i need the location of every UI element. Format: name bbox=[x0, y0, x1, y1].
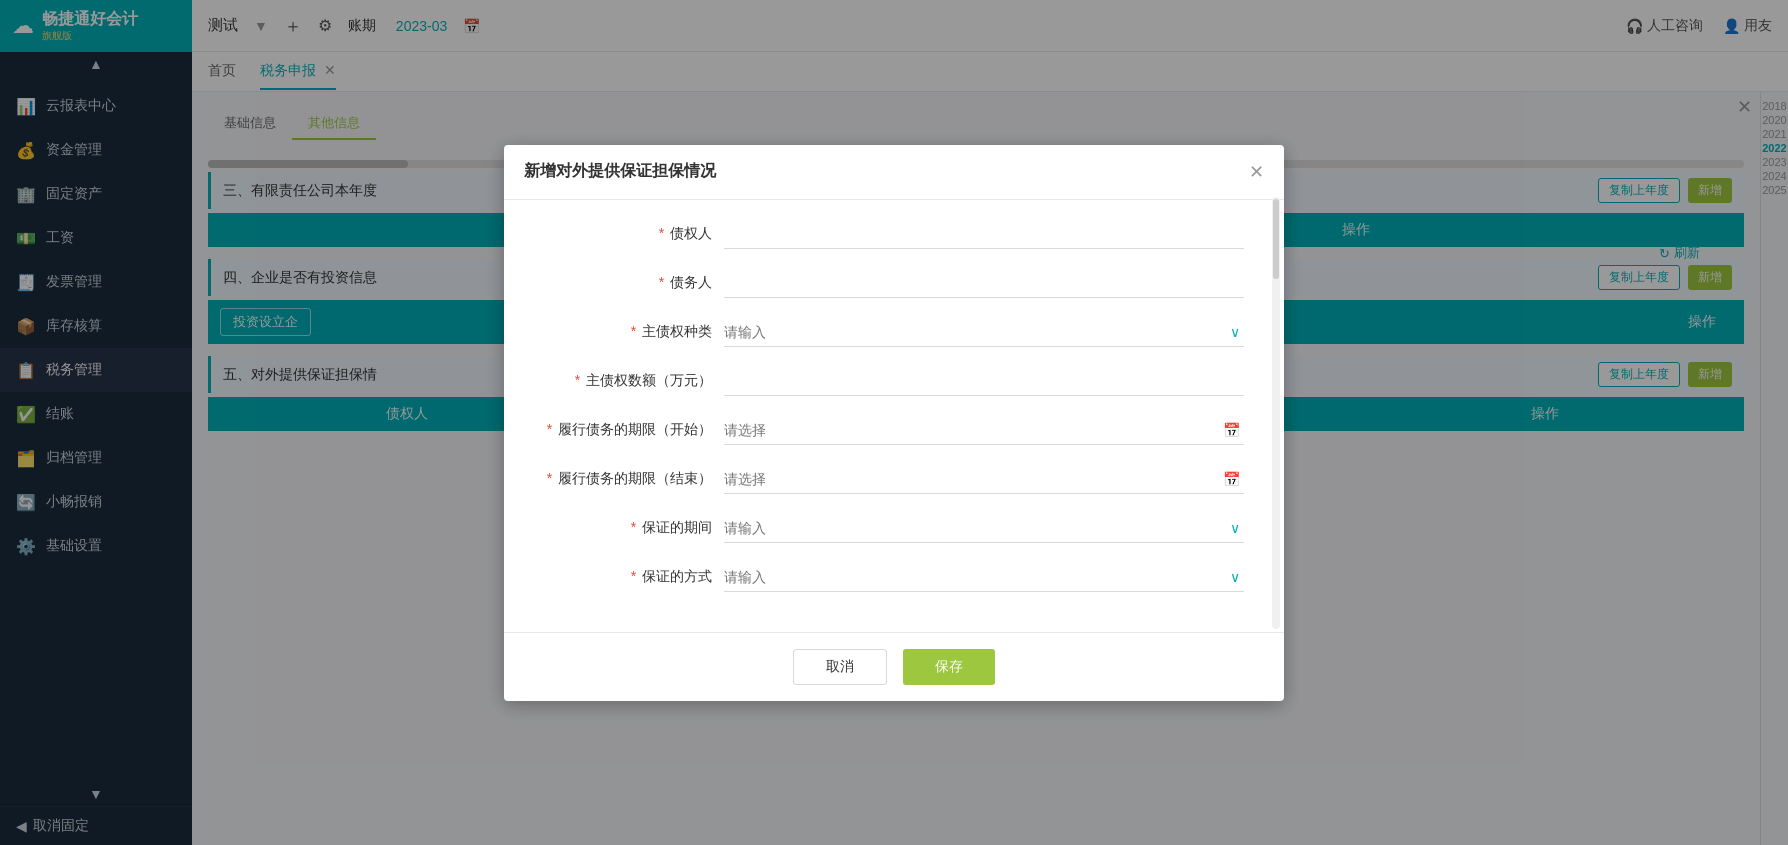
modal-close-btn[interactable]: ✕ bbox=[1249, 161, 1264, 183]
form-row-claim-type: * 主债权种类 ∨ bbox=[544, 318, 1244, 347]
form-select-guarantee-period[interactable]: ∨ bbox=[724, 514, 1244, 543]
form-input-claim-amount[interactable] bbox=[724, 367, 1244, 396]
form-date-input-period-end[interactable] bbox=[724, 465, 1223, 493]
form-select-guarantee-method[interactable]: ∨ bbox=[724, 563, 1244, 592]
required-star-claim-amount: * bbox=[575, 372, 580, 388]
guarantee-method-dropdown-icon[interactable]: ∨ bbox=[1230, 569, 1244, 585]
modal-title: 新增对外提供保证担保情况 bbox=[524, 161, 716, 182]
required-star-claim-type: * bbox=[631, 323, 636, 339]
form-label-period-start: * 履行债务的期限（开始） bbox=[544, 421, 724, 439]
form-label-guarantee-period: * 保证的期间 bbox=[544, 519, 724, 537]
form-date-period-end[interactable]: 📅 bbox=[724, 465, 1244, 494]
required-star-debtor: * bbox=[659, 274, 664, 290]
required-star-guarantee-period: * bbox=[631, 519, 636, 535]
required-star-period-end: * bbox=[547, 470, 552, 486]
form-input-debtor[interactable] bbox=[724, 269, 1244, 298]
form-row-guarantee-method: * 保证的方式 ∨ bbox=[544, 563, 1244, 592]
form-row-period-end: * 履行债务的期限（结束） 📅 bbox=[544, 465, 1244, 494]
modal-body: * 债权人 * 债务人 * 主债权种类 bbox=[504, 200, 1284, 632]
form-label-claim-type: * 主债权种类 bbox=[544, 323, 724, 341]
form-label-creditor: * 债权人 bbox=[544, 225, 724, 243]
form-row-debtor: * 债务人 bbox=[544, 269, 1244, 298]
guarantee-period-dropdown-icon[interactable]: ∨ bbox=[1230, 520, 1244, 536]
form-select-claim-type[interactable]: ∨ bbox=[724, 318, 1244, 347]
modal-header: 新增对外提供保证担保情况 ✕ bbox=[504, 145, 1284, 200]
modal-cancel-btn[interactable]: 取消 bbox=[793, 649, 887, 685]
form-row-period-start: * 履行债务的期限（开始） 📅 bbox=[544, 416, 1244, 445]
modal-dialog: 新增对外提供保证担保情况 ✕ * 债权人 * 债务人 bbox=[504, 145, 1284, 701]
calendar-icon-period-end[interactable]: 📅 bbox=[1223, 471, 1244, 487]
modal-save-btn[interactable]: 保存 bbox=[903, 649, 995, 685]
required-star-guarantee-method: * bbox=[631, 568, 636, 584]
form-input-creditor[interactable] bbox=[724, 220, 1244, 249]
calendar-icon-period-start[interactable]: 📅 bbox=[1223, 422, 1244, 438]
form-select-input-claim-type[interactable] bbox=[724, 318, 1230, 346]
form-row-guarantee-period: * 保证的期间 ∨ bbox=[544, 514, 1244, 543]
claim-type-dropdown-icon[interactable]: ∨ bbox=[1230, 324, 1244, 340]
form-label-debtor: * 债务人 bbox=[544, 274, 724, 292]
modal-footer: 取消 保存 bbox=[504, 632, 1284, 701]
required-star-creditor: * bbox=[659, 225, 664, 241]
modal-overlay: 新增对外提供保证担保情况 ✕ * 债权人 * 债务人 bbox=[0, 0, 1788, 845]
form-label-period-end: * 履行债务的期限（结束） bbox=[544, 470, 724, 488]
form-label-claim-amount: * 主债权数额（万元） bbox=[544, 372, 724, 390]
form-date-input-period-start[interactable] bbox=[724, 416, 1223, 444]
form-date-period-start[interactable]: 📅 bbox=[724, 416, 1244, 445]
required-star-period-start: * bbox=[547, 421, 552, 437]
form-select-input-guarantee-method[interactable] bbox=[724, 563, 1230, 591]
form-select-input-guarantee-period[interactable] bbox=[724, 514, 1230, 542]
form-row-creditor: * 债权人 bbox=[544, 220, 1244, 249]
form-row-claim-amount: * 主债权数额（万元） bbox=[544, 367, 1244, 396]
form-label-guarantee-method: * 保证的方式 bbox=[544, 568, 724, 586]
modal-scrollbar[interactable] bbox=[1272, 197, 1280, 629]
modal-scrollbar-thumb[interactable] bbox=[1273, 199, 1279, 279]
